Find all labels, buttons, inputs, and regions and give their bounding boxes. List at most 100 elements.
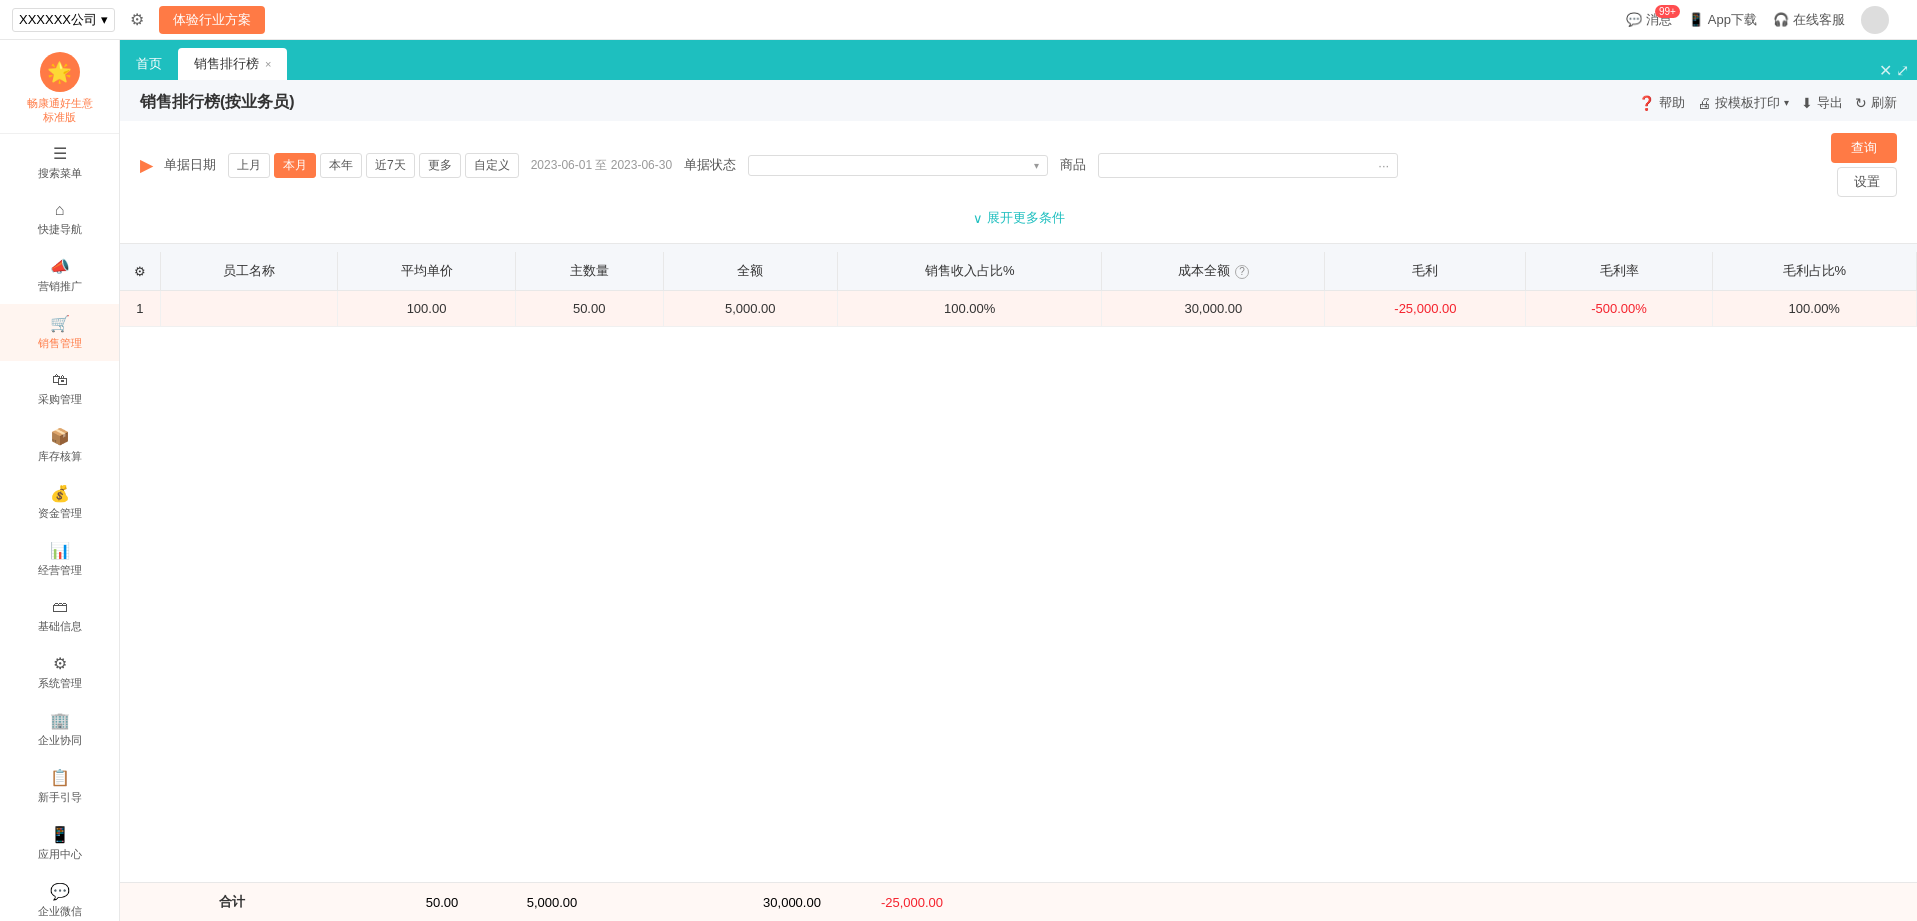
help-icon: ❓ bbox=[1638, 95, 1655, 111]
sidebar-item-nav[interactable]: ⌂ 快捷导航 bbox=[0, 191, 119, 247]
content-area: 首页 销售排行榜 × ✕ ⤢ 销售排行榜(按业务员) ❓ 帮助 bbox=[120, 40, 1917, 921]
footer-total: 5,000.00 bbox=[527, 895, 578, 910]
cell-avg-price: 100.00 bbox=[338, 291, 516, 327]
sidebar-item-finance[interactable]: 💰 资金管理 bbox=[0, 474, 119, 531]
main-layout: 🌟 畅康通好生意标准版 ☰ 搜索菜单 ⌂ 快捷导航 📣 营销推广 🛒 销售管理 … bbox=[0, 40, 1917, 921]
corp-icon: 🏢 bbox=[50, 711, 70, 730]
cell-cost-total: 30,000.00 bbox=[1102, 291, 1325, 327]
table-header-row: ⚙ 员工名称 平均单价 主数量 全额 销售收入占比% 成本全额 ? 毛利 bbox=[120, 252, 1917, 291]
sidebar-item-corp[interactable]: 🏢 企业协同 bbox=[0, 701, 119, 758]
guide-icon: 📋 bbox=[50, 768, 70, 787]
sidebar-item-wechat[interactable]: 💬 企业微信 bbox=[0, 872, 119, 921]
sidebar-item-guide[interactable]: 📋 新手引导 bbox=[0, 758, 119, 815]
col-avg-price: 平均单价 bbox=[338, 252, 516, 291]
date-btn-this-year[interactable]: 本年 bbox=[320, 153, 362, 178]
status-filter-label: 单据状态 bbox=[684, 156, 736, 174]
col-settings[interactable]: ⚙ bbox=[120, 252, 160, 291]
goods-input[interactable]: ··· bbox=[1098, 153, 1398, 178]
ops-icon: 📊 bbox=[50, 541, 70, 560]
status-chevron-icon: ▾ bbox=[1034, 160, 1039, 171]
sidebar-label-ops: 经营管理 bbox=[38, 563, 82, 578]
sidebar: 🌟 畅康通好生意标准版 ☰ 搜索菜单 ⌂ 快捷导航 📣 营销推广 🛒 销售管理 … bbox=[0, 40, 120, 921]
sidebar-item-base[interactable]: 🗃 基础信息 bbox=[0, 588, 119, 644]
col-sales-pct: 销售收入占比% bbox=[837, 252, 1101, 291]
message-badge: 99+ bbox=[1655, 5, 1680, 18]
sidebar-label-corp: 企业协同 bbox=[38, 733, 82, 748]
base-icon: 🗃 bbox=[52, 598, 68, 616]
help-label: 帮助 bbox=[1659, 94, 1685, 112]
sidebar-label-system: 系统管理 bbox=[38, 676, 82, 691]
sidebar-item-apps[interactable]: 📱 应用中心 bbox=[0, 815, 119, 872]
sidebar-item-system[interactable]: ⚙ 系统管理 bbox=[0, 644, 119, 701]
sales-icon: 🛒 bbox=[50, 314, 70, 333]
date-filter-label: 单据日期 bbox=[164, 156, 216, 174]
expand-more-button[interactable]: ∨ 展开更多条件 bbox=[973, 205, 1065, 231]
sidebar-item-sales[interactable]: 🛒 销售管理 bbox=[0, 304, 119, 361]
table-footer: 合计 50.00 5,000.00 30,000.00 -25,000.00 bbox=[120, 882, 1917, 921]
apps-icon: 📱 bbox=[50, 825, 70, 844]
sidebar-item-marketing[interactable]: 📣 营销推广 bbox=[0, 247, 119, 304]
cell-gross-pct: 100.00% bbox=[1712, 291, 1916, 327]
online-service-button[interactable]: 🎧 在线客服 bbox=[1773, 11, 1845, 29]
help-link[interactable]: ❓ 帮助 bbox=[1638, 94, 1685, 112]
filter-expand-arrow[interactable]: ▶ bbox=[140, 156, 152, 175]
page-header-actions: ❓ 帮助 🖨 按模板打印 ▾ ⬇ 导出 ↻ 刷新 bbox=[1638, 94, 1897, 112]
sidebar-label-base: 基础信息 bbox=[38, 619, 82, 634]
sidebar-label-nav: 快捷导航 bbox=[38, 222, 82, 237]
sidebar-item-inventory[interactable]: 📦 库存核算 bbox=[0, 417, 119, 474]
refresh-button[interactable]: ↻ 刷新 bbox=[1855, 94, 1897, 112]
query-button[interactable]: 查询 bbox=[1831, 133, 1897, 163]
headset-icon: 🎧 bbox=[1773, 12, 1789, 27]
sidebar-label-search: 搜索菜单 bbox=[38, 166, 82, 181]
sidebar-item-search[interactable]: ☰ 搜索菜单 bbox=[0, 134, 119, 191]
date-btn-7days[interactable]: 近7天 bbox=[366, 153, 415, 178]
sidebar-label-inventory: 库存核算 bbox=[38, 449, 82, 464]
tab-expand-icon[interactable]: ⤢ bbox=[1896, 61, 1909, 80]
export-button[interactable]: ⬇ 导出 bbox=[1801, 94, 1843, 112]
cell-sales-pct: 100.00% bbox=[837, 291, 1101, 327]
tab-close-all-icon[interactable]: ✕ bbox=[1879, 61, 1892, 80]
app-download-button[interactable]: 📱 App下载 bbox=[1688, 11, 1757, 29]
print-button[interactable]: 🖨 按模板打印 ▾ bbox=[1697, 94, 1789, 112]
col-cost-total: 成本全额 ? bbox=[1102, 252, 1325, 291]
finance-icon: 💰 bbox=[50, 484, 70, 503]
sidebar-label-purchase: 采购管理 bbox=[38, 392, 82, 407]
data-table-wrapper: ⚙ 员工名称 平均单价 主数量 全额 销售收入占比% 成本全额 ? 毛利 bbox=[120, 252, 1917, 882]
cost-total-help-icon[interactable]: ? bbox=[1235, 265, 1249, 279]
filter-expand-row: ∨ 展开更多条件 bbox=[140, 205, 1897, 231]
tab-sales-ranking[interactable]: 销售排行榜 × bbox=[178, 48, 287, 80]
sidebar-item-purchase[interactable]: 🛍 采购管理 bbox=[0, 361, 119, 417]
tab-close-icon[interactable]: × bbox=[265, 58, 271, 70]
company-selector[interactable]: XXXXXX公司 ▾ bbox=[12, 8, 115, 32]
footer-gross-profit: -25,000.00 bbox=[881, 895, 943, 910]
status-select[interactable]: ▾ bbox=[748, 155, 1048, 176]
data-table: ⚙ 员工名称 平均单价 主数量 全额 销售收入占比% 成本全额 ? 毛利 bbox=[120, 252, 1917, 327]
print-label: 按模板打印 bbox=[1715, 94, 1780, 112]
date-btn-custom[interactable]: 自定义 bbox=[465, 153, 519, 178]
date-btn-more[interactable]: 更多 bbox=[419, 153, 461, 178]
date-btn-last-month[interactable]: 上月 bbox=[228, 153, 270, 178]
settings-icon[interactable]: ⚙ bbox=[123, 6, 151, 34]
date-btn-this-month[interactable]: 本月 bbox=[274, 153, 316, 178]
trial-button[interactable]: 体验行业方案 bbox=[159, 6, 265, 34]
table-row: 1100.0050.005,000.00100.00%30,000.00-25,… bbox=[120, 291, 1917, 327]
tab-home-label: 首页 bbox=[136, 55, 162, 73]
date-button-group: 上月 本月 本年 近7天 更多 自定义 bbox=[228, 153, 519, 178]
page-header: 销售排行榜(按业务员) ❓ 帮助 🖨 按模板打印 ▾ ⬇ 导出 bbox=[120, 80, 1917, 121]
sidebar-item-ops[interactable]: 📊 经营管理 bbox=[0, 531, 119, 588]
inventory-icon: 📦 bbox=[50, 427, 70, 446]
company-name: XXXXXX公司 bbox=[19, 11, 97, 29]
sidebar-logo: 🌟 畅康通好生意标准版 bbox=[0, 40, 119, 134]
refresh-icon: ↻ bbox=[1855, 95, 1867, 111]
message-button[interactable]: 💬 消息 99+ bbox=[1626, 11, 1672, 29]
date-range-text: 2023-06-01 至 2023-06-30 bbox=[531, 157, 672, 174]
expand-more-label: 展开更多条件 bbox=[987, 209, 1065, 227]
tab-home[interactable]: 首页 bbox=[120, 48, 178, 80]
purchase-icon: 🛍 bbox=[52, 371, 68, 389]
sidebar-label-finance: 资金管理 bbox=[38, 506, 82, 521]
marketing-icon: 📣 bbox=[50, 257, 70, 276]
user-avatar[interactable] bbox=[1861, 6, 1889, 34]
settings-button[interactable]: 设置 bbox=[1837, 167, 1897, 197]
filter-row-1: ▶ 单据日期 上月 本月 本年 近7天 更多 自定义 2023-06-01 至 … bbox=[140, 133, 1897, 197]
cell-main-qty: 50.00 bbox=[515, 291, 663, 327]
